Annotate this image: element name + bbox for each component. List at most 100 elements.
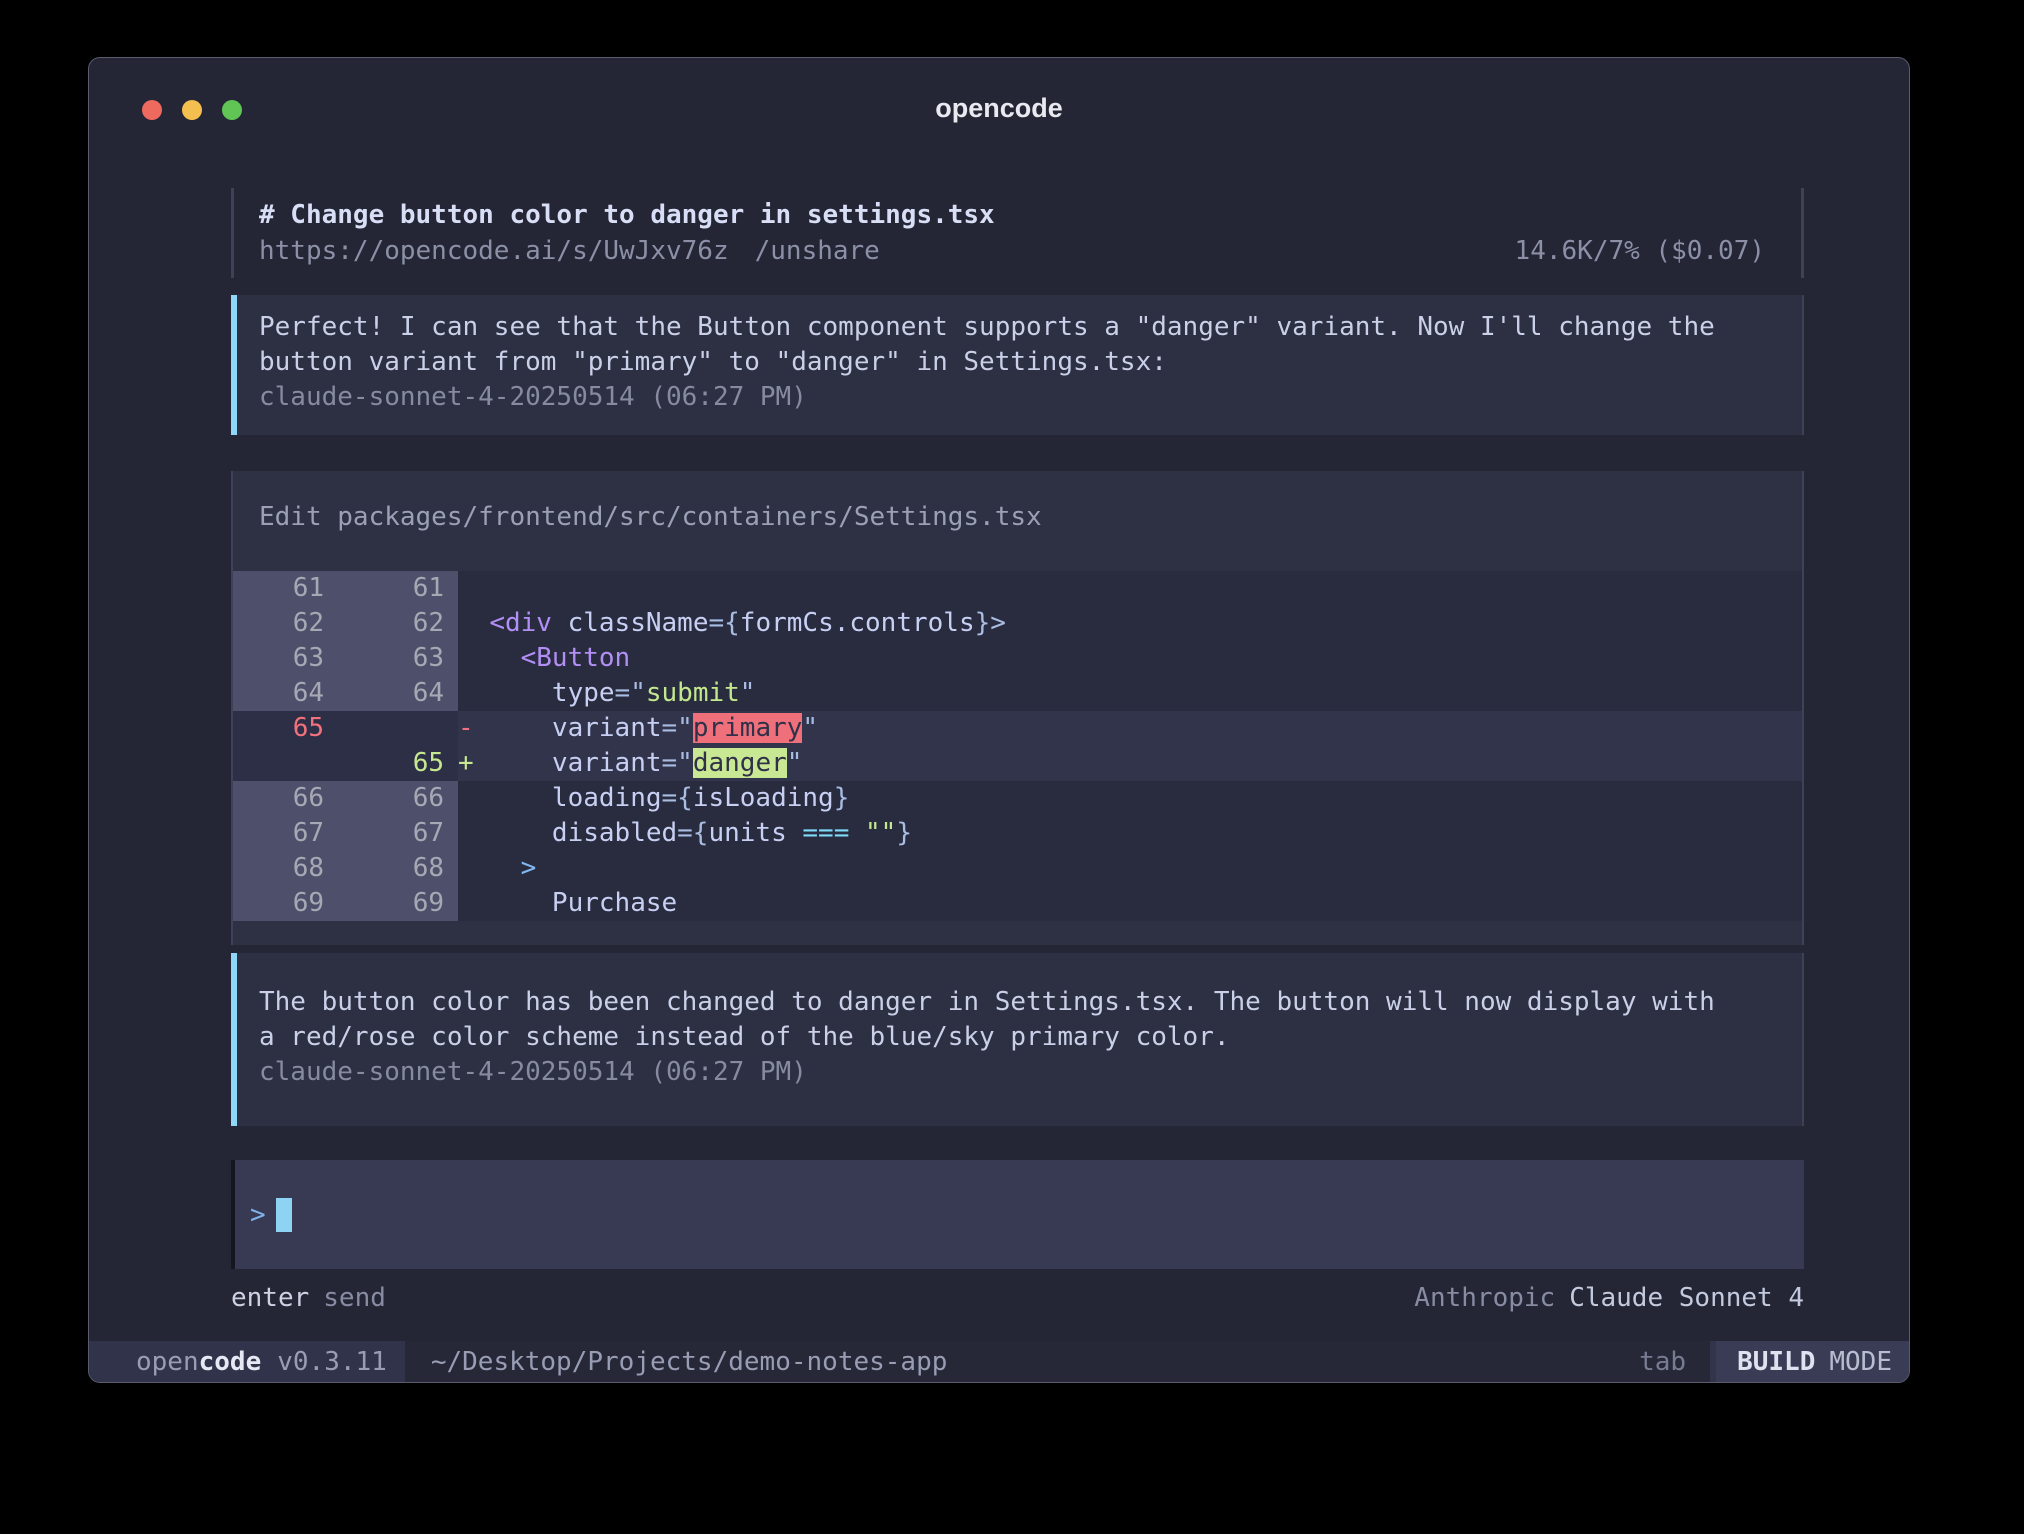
diff-code-line: <Button — [458, 641, 1802, 676]
diff-code-line: disabled={units === ""} — [458, 816, 1802, 851]
diff-code-line: + variant="danger" — [458, 746, 1802, 781]
diff-row: 6969 Purchase — [233, 886, 1802, 921]
code-segment-punct: =" — [662, 748, 693, 778]
new-line-number: 64 — [338, 676, 458, 711]
window-title: opencode — [935, 93, 1063, 124]
close-window-button[interactable] — [142, 100, 162, 120]
code-segment-punct: =" — [662, 713, 693, 743]
session-title-row: # Change button color to danger in setti… — [259, 197, 1765, 233]
diff-code-line: type="submit" — [458, 676, 1802, 711]
edit-file-path: Edit packages/frontend/src/containers/Se… — [233, 499, 1802, 535]
minimize-window-button[interactable] — [182, 100, 202, 120]
session-title: # Change button color to danger in setti… — [259, 197, 995, 233]
old-line-number — [233, 746, 338, 781]
session-content: # Change button color to danger in setti… — [231, 188, 1804, 1316]
new-line-number: 66 — [338, 781, 458, 816]
code-segment-str: submit — [646, 678, 740, 708]
diff-gutter: 6363 — [233, 641, 458, 676]
code-segment-sp — [458, 678, 552, 708]
code-segment-punct: }> — [975, 608, 1006, 638]
code-segment-op: === — [802, 818, 849, 848]
header-spacer — [880, 233, 1515, 269]
text-cursor — [276, 1198, 292, 1232]
diff-code-line — [458, 571, 1802, 606]
mode-chip[interactable]: BUILD MODE — [1716, 1341, 1909, 1382]
old-line-number: 63 — [233, 641, 338, 676]
code-segment-sp — [458, 608, 489, 638]
assistant-message: The button color has been changed to dan… — [231, 953, 1804, 1126]
message-text-line: a red/rose color scheme instead of the b… — [259, 1020, 1780, 1055]
enter-key-hint: enter — [231, 1283, 309, 1313]
code-segment-ident: variant — [552, 748, 662, 778]
diff-gutter: 65 — [233, 711, 458, 746]
diff-code-line: > — [458, 851, 1802, 886]
assistant-message: Perfect! I can see that the Button compo… — [231, 295, 1804, 435]
diff-code-line: - variant="primary" — [458, 711, 1802, 746]
new-line-number: 68 — [338, 851, 458, 886]
code-segment-punct: ={ — [677, 818, 708, 848]
new-line-number: 67 — [338, 816, 458, 851]
new-line-number: 69 — [338, 886, 458, 921]
old-line-number: 66 — [233, 781, 338, 816]
titlebar: opencode — [89, 58, 1909, 158]
code-segment-punct: ={ — [708, 608, 739, 638]
tab-key-hint: tab — [1639, 1341, 1686, 1382]
send-action-label: send — [323, 1283, 386, 1313]
code-segment-punct: } — [834, 783, 850, 813]
code-segment-sp — [458, 643, 521, 673]
code-segment-del-hl: primary — [693, 713, 803, 743]
code-segment-punct: =" — [615, 678, 646, 708]
working-directory: ~/Desktop/Projects/demo-notes-app — [431, 1341, 948, 1382]
diff-row: 6363 <Button — [233, 641, 1802, 676]
code-segment-ident: units — [708, 818, 786, 848]
new-line-number — [338, 711, 458, 746]
code-segment-ident: isLoading — [693, 783, 834, 813]
code-segment-ident: className — [568, 608, 709, 638]
old-line-number: 65 — [233, 711, 338, 746]
code-segment-add-hl: danger — [693, 748, 787, 778]
zoom-window-button[interactable] — [222, 100, 242, 120]
diff-code-line: <div className={formCs.controls}> — [458, 606, 1802, 641]
code-segment-tag: <Button — [521, 643, 631, 673]
diff-gutter: 6464 — [233, 676, 458, 711]
code-segment-tag: <div — [489, 608, 552, 638]
code-segment-sp — [474, 748, 552, 778]
diff-code-line: loading={isLoading} — [458, 781, 1802, 816]
app-name-regular: open — [136, 1347, 199, 1377]
session-meta-row: https://opencode.ai/s/UwJxv76z /unshare … — [259, 233, 1765, 269]
old-line-number: 64 — [233, 676, 338, 711]
session-header: # Change button color to danger in setti… — [231, 188, 1804, 278]
code-segment-sp — [458, 853, 521, 883]
edit-tool-card: Edit packages/frontend/src/containers/Se… — [231, 471, 1804, 945]
old-line-number: 69 — [233, 886, 338, 921]
code-segment-ident: type — [552, 678, 615, 708]
code-segment-ident: formCs.controls — [740, 608, 975, 638]
diff-gutter: 6868 — [233, 851, 458, 886]
diff-gutter: 6262 — [233, 606, 458, 641]
mode-value: BUILD — [1737, 1347, 1815, 1377]
token-cost-stats: 14.6K/7% ($0.07) — [1515, 233, 1765, 269]
new-line-number: 65 — [338, 746, 458, 781]
code-segment-sp — [458, 888, 552, 918]
opencode-window: opencode # Change button color to danger… — [88, 57, 1910, 1383]
old-line-number: 68 — [233, 851, 338, 886]
share-url: https://opencode.ai/s/UwJxv76z — [259, 233, 729, 269]
code-segment-sp — [458, 818, 552, 848]
model-timestamp: claude-sonnet-4-20250514 (06:27 PM) — [259, 380, 1780, 415]
code-segment-del-mark: - — [458, 713, 474, 743]
app-name-bold: code — [199, 1347, 262, 1377]
prompt-input[interactable]: > — [231, 1160, 1804, 1269]
code-segment-jsx: > — [521, 853, 537, 883]
new-line-number: 62 — [338, 606, 458, 641]
diff-row: 6262 <div className={formCs.controls}> — [233, 606, 1802, 641]
diff-code-line: Purchase — [458, 886, 1802, 921]
diff-row: 6767 disabled={units === ""} — [233, 816, 1802, 851]
code-segment-punct: } — [896, 818, 912, 848]
unshare-command: /unshare — [755, 233, 880, 269]
send-hint: enter send — [231, 1281, 386, 1316]
diff-row: 6464 type="submit" — [233, 676, 1802, 711]
code-segment-str: "" — [865, 818, 896, 848]
code-segment-sp — [787, 818, 803, 848]
code-segment-sp — [458, 783, 552, 813]
message-text-line: The button color has been changed to dan… — [259, 985, 1780, 1020]
